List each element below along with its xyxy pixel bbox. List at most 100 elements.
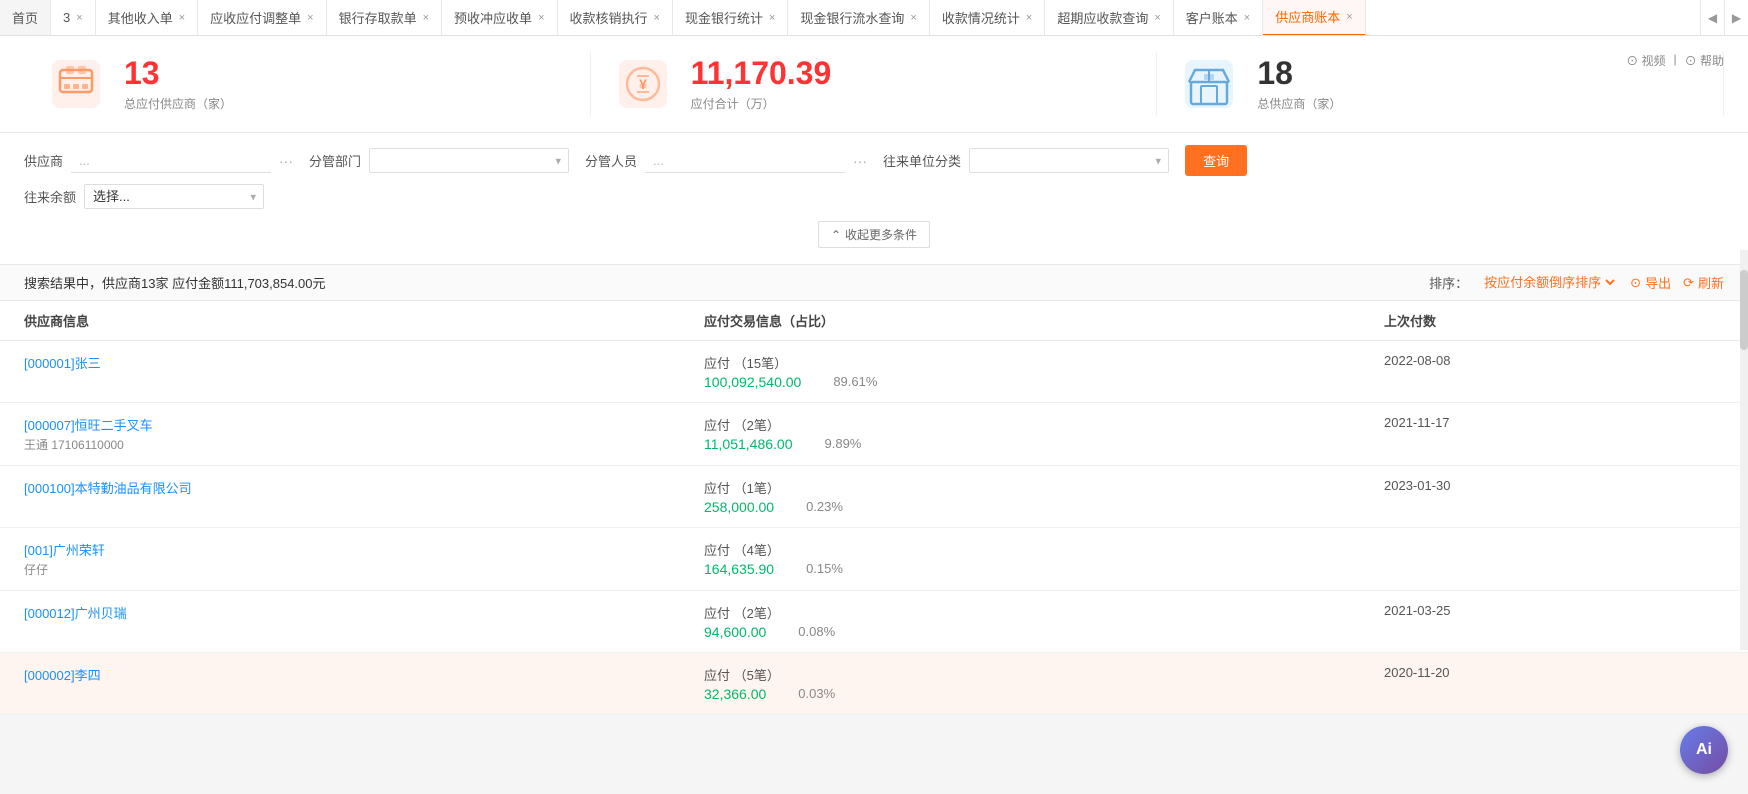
sort-select[interactable]: 按应付余额倒序排序 (1480, 274, 1618, 291)
summary-card-1-content: 13 总应付供应商（家） (124, 56, 232, 112)
nav-scroll-right[interactable]: ▶ (1724, 0, 1748, 36)
nav-tab-other-income[interactable]: 其他收入单 × (96, 0, 198, 36)
chevron-up-icon: ⌃ (831, 228, 841, 242)
supplier-link-1[interactable]: [000001]张三 (24, 356, 101, 371)
video-link[interactable]: ⊙ 视频 (1626, 52, 1665, 69)
supplier-dots-icon[interactable]: ··· (279, 153, 293, 169)
refresh-button[interactable]: ⟳ 刷新 (1683, 273, 1724, 292)
help-link[interactable]: ⊙ 帮助 (1685, 52, 1724, 69)
close-icon[interactable]: × (1154, 12, 1160, 24)
tx-percent-2: 9.89% (825, 436, 862, 451)
col-header-lastpay: 上次付数 (1384, 311, 1724, 330)
supplier-info-1: [000001]张三 (24, 353, 704, 390)
summary-card-3-content: 18 总供应商（家） (1257, 56, 1341, 112)
col-header-tx: 应付交易信息（占比） (704, 311, 1384, 330)
scrollbar-thumb[interactable] (1740, 270, 1748, 350)
close-icon[interactable]: × (179, 12, 185, 24)
close-icon[interactable]: × (910, 12, 916, 24)
close-icon[interactable]: × (1346, 11, 1352, 23)
nav-tab-supplier-account[interactable]: 供应商账本 × (1263, 0, 1365, 36)
tx-amount-5[interactable]: 94,600.00 (704, 624, 766, 640)
supplier-link-6[interactable]: [000002]李四 (24, 668, 101, 683)
tx-count-2: 应付 （2笔） (704, 415, 780, 434)
close-icon[interactable]: × (76, 12, 82, 24)
supplier-input[interactable] (71, 149, 271, 173)
tx-percent-5: 0.08% (798, 624, 835, 639)
close-icon[interactable]: × (769, 12, 775, 24)
supplier-card-icon-1 (44, 52, 108, 116)
tx-cell-2: 应付 （2笔） 11,051,486.00 9.89% (704, 415, 1384, 453)
tx-amount-1[interactable]: 100,092,540.00 (704, 374, 801, 390)
nav-tab-home-label: 首页 (12, 8, 38, 27)
tx-percent-3: 0.23% (806, 499, 843, 514)
supplier-link-2[interactable]: [000007]恒旺二手叉车 (24, 418, 153, 433)
nav-tab-customer-account[interactable]: 客户账本 × (1174, 0, 1263, 36)
result-info: 搜索结果中，供应商13家 应付金额111,703,854.00元 (24, 273, 326, 292)
collapse-button[interactable]: ⌃ 收起更多条件 (818, 221, 930, 248)
dept-filter-label: 分管部门 (309, 151, 361, 170)
balance-select-wrap: 选择... (84, 184, 264, 209)
filter-area: 供应商 ··· 分管部门 分管人员 ··· 往来单位分类 (0, 133, 1748, 265)
filter-person: 分管人员 ··· (585, 149, 867, 173)
tx-cell-4: 应付 （4笔） 164,635.90 0.15% (704, 540, 1384, 578)
nav-tab-overdue[interactable]: 超期应收款查询 × (1045, 0, 1173, 36)
balance-select[interactable]: 选择... (84, 184, 264, 209)
summary-card-payable-total: ¥ 11,170.39 应付合计（万） (591, 52, 1158, 116)
tx-count-5: 应付 （2笔） (704, 603, 780, 622)
close-icon[interactable]: × (307, 12, 313, 24)
last-pay-3: 2023-01-30 (1384, 478, 1724, 515)
nav-tab-bank[interactable]: 银行存取款单 × (327, 0, 442, 36)
person-input[interactable] (645, 149, 845, 173)
close-icon[interactable]: × (423, 12, 429, 24)
filter-row-2: 往来余额 选择... (24, 184, 1724, 209)
table-row: [001]广州荣轩 仔仔 应付 （4笔） 164,635.90 0.15% (0, 528, 1748, 591)
export-icon: ⊙ (1630, 275, 1641, 291)
ai-badge[interactable]: Ai (1680, 726, 1728, 774)
last-pay-1: 2022-08-08 (1384, 353, 1724, 390)
supplier-link-5[interactable]: [000012]广州贝瑞 (24, 606, 127, 621)
person-dots-icon[interactable]: ··· (853, 153, 867, 169)
supplier-info-2: [000007]恒旺二手叉车 王通 17106110000 (24, 415, 704, 453)
close-icon[interactable]: × (538, 12, 544, 24)
last-pay-date-1: 2022-08-08 (1384, 353, 1451, 368)
query-button[interactable]: 查询 (1185, 145, 1247, 176)
close-icon[interactable]: × (654, 12, 660, 24)
close-icon[interactable]: × (1244, 12, 1250, 24)
category-select[interactable] (969, 148, 1169, 173)
vertical-scrollbar[interactable] (1740, 250, 1748, 650)
export-button[interactable]: ⊙ 导出 (1630, 273, 1671, 292)
tx-amount-4[interactable]: 164,635.90 (704, 561, 774, 577)
summary-total-suppliers-label: 总供应商（家） (1257, 95, 1341, 112)
nav-tab-advance[interactable]: 预收冲应收单 × (442, 0, 557, 36)
nav-tab-3[interactable]: 3 × (51, 0, 96, 36)
summary-payable-suppliers-label: 总应付供应商（家） (124, 95, 232, 112)
dept-select[interactable] (369, 148, 569, 173)
supplier-info-3: [000100]本特勤油品有限公司 (24, 478, 704, 515)
nav-tab-label: 现金银行流水查询 (800, 8, 904, 27)
filter-row-1: 供应商 ··· 分管部门 分管人员 ··· 往来单位分类 (24, 145, 1724, 176)
nav-tab-label: 供应商账本 (1275, 7, 1340, 26)
export-label: 导出 (1645, 273, 1671, 292)
nav-tab-cash-flow[interactable]: 现金银行流水查询 × (788, 0, 929, 36)
result-actions: 排序： 按应付余额倒序排序 ⊙ 导出 ⟳ 刷新 (1429, 273, 1724, 292)
tx-amount-row-1: 100,092,540.00 89.61% (704, 372, 877, 390)
tx-amount-6[interactable]: 32,366.00 (704, 686, 766, 702)
supplier-link-4[interactable]: [001]广州荣轩 (24, 543, 105, 558)
tx-amount-3[interactable]: 258,000.00 (704, 499, 774, 515)
nav-tab-collection-stats[interactable]: 收款情况统计 × (930, 0, 1045, 36)
nav-scroll-left[interactable]: ◀ (1700, 0, 1724, 36)
result-info-text: 搜索结果中，供应商13家 应付金额111,703,854.00元 (24, 276, 326, 291)
nav-tab-collection[interactable]: 收款核销执行 × (558, 0, 673, 36)
tx-count-6: 应付 （5笔） (704, 665, 780, 684)
sort-label: 排序： (1429, 273, 1468, 292)
supplier-info-5: [000012]广州贝瑞 (24, 603, 704, 640)
close-icon[interactable]: × (1026, 12, 1032, 24)
ai-badge-label: Ai (1696, 741, 1712, 759)
last-pay-date-5: 2021-03-25 (1384, 603, 1451, 618)
nav-tab-adjustment[interactable]: 应收应付调整单 × (198, 0, 326, 36)
nav-tab-cash-stats[interactable]: 现金银行统计 × (673, 0, 788, 36)
supplier-link-3[interactable]: [000100]本特勤油品有限公司 (24, 481, 192, 496)
nav-tab-home[interactable]: 首页 (0, 0, 51, 36)
tx-amount-2[interactable]: 11,051,486.00 (704, 436, 793, 452)
collapse-label: 收起更多条件 (845, 226, 917, 243)
